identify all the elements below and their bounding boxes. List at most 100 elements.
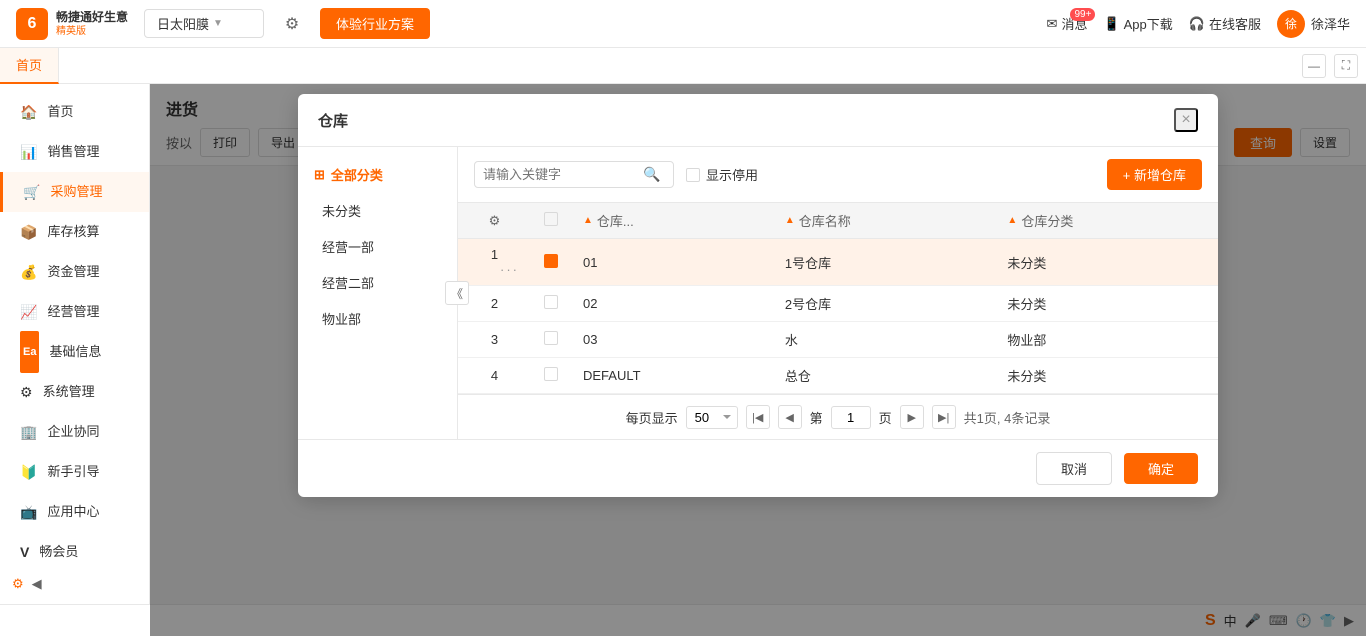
customer-service-button[interactable]: 🎧 在线客服: [1189, 14, 1261, 33]
dialog-category-ops2[interactable]: 经营二部: [298, 266, 457, 302]
logo-icon: 6: [16, 8, 48, 40]
message-button[interactable]: ✉ 消息 99+: [1047, 14, 1088, 33]
row-checkbox[interactable]: [531, 286, 571, 322]
sidebar-item-sales[interactable]: 📊 销售管理: [0, 132, 149, 172]
system-icon: ⚙: [20, 372, 33, 412]
nav-maximize-icon[interactable]: ⛶: [1334, 54, 1358, 78]
page-first-button[interactable]: |◀: [746, 405, 770, 429]
store-selector[interactable]: 日太阳膜 ▼: [144, 9, 264, 38]
dialog-category-uncategorized[interactable]: 未分类: [298, 194, 457, 230]
row-name: 水: [773, 322, 996, 358]
page-last-button[interactable]: ▶|: [932, 405, 956, 429]
sort-icon-category: ▲: [1007, 215, 1017, 226]
th-name[interactable]: ▲ 仓库名称: [773, 203, 996, 239]
grid-icon: ⊞: [314, 167, 325, 183]
row-select-box[interactable]: [544, 254, 558, 268]
home-icon: 🏠: [20, 92, 37, 132]
trial-button[interactable]: 体验行业方案: [320, 8, 430, 39]
row-checkbox[interactable]: [531, 358, 571, 394]
cancel-button[interactable]: 取消: [1036, 452, 1112, 485]
dialog-search-field[interactable]: 🔍: [474, 161, 674, 188]
sidebar-collapse-icon[interactable]: ◀: [32, 576, 42, 592]
all-category-label: 全部分类: [331, 165, 383, 184]
warehouse-table: ⚙ ▲ 仓库...: [458, 203, 1218, 394]
row-category: 未分类: [995, 286, 1218, 322]
sidebar-item-member[interactable]: V 畅会员: [0, 532, 149, 572]
service-icon: 🎧: [1189, 16, 1205, 32]
nav-minimize-icon[interactable]: —: [1302, 54, 1326, 78]
show-disabled-checkbox-box: [686, 168, 700, 182]
row-num: 3: [458, 322, 531, 358]
dialog-body: ⊞ 全部分类 未分类 经营一部 经营二部 物业部 《: [298, 147, 1218, 439]
nav-tabs-controls: — ⛶: [1302, 54, 1366, 78]
sidebar-item-operations[interactable]: 📈 经营管理: [0, 292, 149, 332]
row-select-box[interactable]: [544, 367, 558, 381]
page-prev-button[interactable]: ◀: [778, 405, 802, 429]
user-menu[interactable]: 徐 徐泽华: [1277, 10, 1350, 38]
add-warehouse-button[interactable]: + 新增仓库: [1107, 159, 1202, 190]
show-disabled-label: 显示停用: [706, 165, 758, 184]
message-badge: 99+: [1070, 8, 1095, 21]
dialog-sidebar-all[interactable]: ⊞ 全部分类: [298, 159, 457, 190]
th-code[interactable]: ▲ 仓库...: [571, 203, 773, 239]
row-num: 1···: [458, 239, 531, 286]
row-checkbox[interactable]: [531, 239, 571, 286]
table-row[interactable]: 1··· 01 1号仓库 未分类: [458, 239, 1218, 286]
page-input[interactable]: [831, 406, 871, 429]
row-code: 01: [571, 239, 773, 286]
header: 6 畅捷通好生意 精英版 日太阳膜 ▼ ⚙ 体验行业方案 ✉ 消息 99+ 📱 …: [0, 0, 1366, 48]
app-download-button[interactable]: 📱 App下载: [1103, 14, 1172, 33]
dialog-title: 仓库: [318, 110, 348, 131]
tab-home[interactable]: 首页: [0, 48, 59, 84]
app-icon: 📱: [1103, 16, 1119, 32]
dialog-category-ops1[interactable]: 经营一部: [298, 230, 457, 266]
select-all-checkbox[interactable]: [544, 212, 558, 226]
sidebar-label-basic-info: 基础信息: [49, 332, 101, 372]
table-row[interactable]: 4 DEFAULT 总仓 未分类: [458, 358, 1218, 394]
sidebar-item-apps[interactable]: 📺 应用中心: [0, 492, 149, 532]
row-category: 未分类: [995, 239, 1218, 286]
table-header-row: ⚙ ▲ 仓库...: [458, 203, 1218, 239]
sidebar-item-enterprise[interactable]: 🏢 企业协同: [0, 412, 149, 452]
search-input[interactable]: [483, 167, 643, 182]
th-checkbox[interactable]: [531, 203, 571, 239]
sidebar-settings-icon[interactable]: ⚙: [12, 576, 24, 592]
sidebar-label-inventory: 库存核算: [47, 212, 99, 252]
sidebar-item-home[interactable]: 🏠 首页: [0, 92, 149, 132]
settings-icon[interactable]: ⚙: [276, 8, 308, 40]
confirm-button[interactable]: 确定: [1124, 453, 1198, 484]
sidebar-label-member: 畅会员: [39, 532, 78, 572]
sidebar-item-purchase[interactable]: 🛒 采购管理: [0, 172, 149, 212]
sidebar-footer: ⚙ ◀: [0, 568, 150, 600]
page-next-button[interactable]: ▶: [900, 405, 924, 429]
per-page-select[interactable]: 50 10 20 100: [686, 406, 738, 429]
dialog-category-property[interactable]: 物业部: [298, 302, 457, 338]
logo-text-block: 畅捷通好生意 精英版: [56, 9, 128, 38]
row-num: 4: [458, 358, 531, 394]
pagination: 每页显示 50 10 20 100 |◀ ◀ 第 页: [458, 394, 1218, 439]
dialog-sidebar: ⊞ 全部分类 未分类 经营一部 经营二部 物业部 《: [298, 147, 458, 439]
row-select-box[interactable]: [544, 331, 558, 345]
main-layout: 🏠 首页 📊 销售管理 🛒 采购管理 📦 库存核算 💰 资金管理 📈 经营管理 …: [0, 84, 1366, 636]
guide-icon: 🔰: [20, 452, 37, 492]
page-unit: 页: [879, 408, 892, 427]
header-right: ✉ 消息 99+ 📱 App下载 🎧 在线客服 徐 徐泽华: [1047, 10, 1350, 38]
dialog-sidebar-collapse-icon[interactable]: 《: [445, 281, 469, 305]
sidebar-item-finance[interactable]: 💰 资金管理: [0, 252, 149, 292]
search-icon[interactable]: 🔍: [643, 166, 660, 183]
sidebar-item-inventory[interactable]: 📦 库存核算: [0, 212, 149, 252]
show-disabled-checkbox[interactable]: 显示停用: [686, 165, 758, 184]
dialog-close-button[interactable]: ×: [1174, 108, 1198, 132]
sidebar-label-operations: 经营管理: [47, 292, 99, 332]
row-select-box[interactable]: [544, 295, 558, 309]
row-checkbox[interactable]: [531, 322, 571, 358]
sidebar-item-basic-info[interactable]: Ea 基础信息: [0, 332, 149, 372]
table-row[interactable]: 3 03 水 物业部: [458, 322, 1218, 358]
table-row[interactable]: 2 02 2号仓库 未分类: [458, 286, 1218, 322]
sidebar-item-system[interactable]: ⚙ 系统管理: [0, 372, 149, 412]
sidebar-item-guide[interactable]: 🔰 新手引导: [0, 452, 149, 492]
row-code: 03: [571, 322, 773, 358]
username: 徐泽华: [1311, 14, 1350, 33]
th-category[interactable]: ▲ 仓库分类: [995, 203, 1218, 239]
store-dropdown-arrow-icon: ▼: [213, 18, 223, 29]
